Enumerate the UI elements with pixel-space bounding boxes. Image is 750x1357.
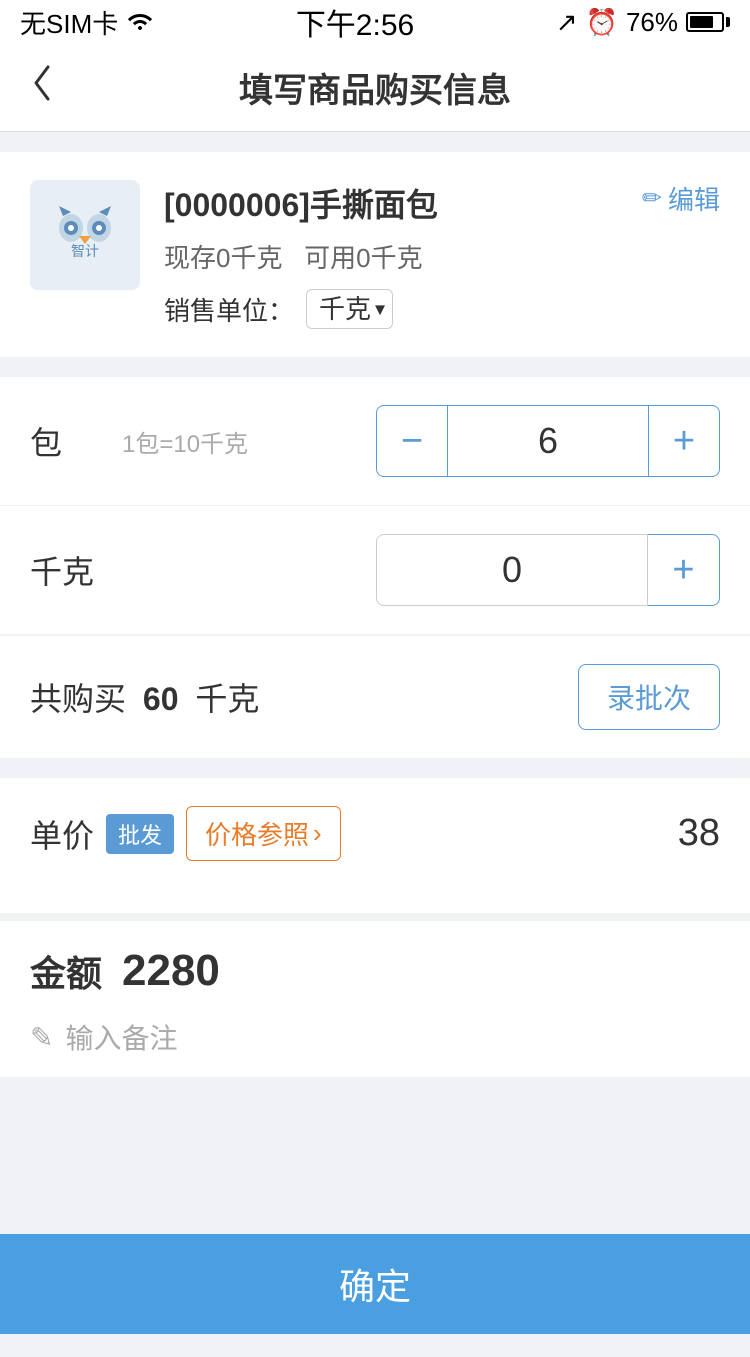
bag-plus-button[interactable]: + <box>648 405 720 477</box>
status-time: 下午2:56 <box>296 0 414 44</box>
back-button[interactable] <box>30 63 54 112</box>
product-image: 智计 <box>30 180 140 290</box>
total-row: 共购买 60 千克 录批次 <box>0 635 750 758</box>
bag-hint: 1包=10千克 <box>122 424 376 459</box>
kg-quantity-row: 千克 0 + <box>0 506 750 635</box>
price-section: 单价 批发 价格参照 › 38 <box>0 778 750 913</box>
status-left: 无SIM卡 <box>20 4 154 41</box>
unit-select[interactable]: 千克 <box>306 289 393 329</box>
price-value: 38 <box>678 812 720 855</box>
amount-value: 2280 <box>122 946 220 996</box>
kg-label: 千克 <box>30 547 110 593</box>
bag-minus-button[interactable]: − <box>376 405 448 477</box>
kg-quantity-controls: 0 + <box>376 534 720 606</box>
product-logo: 智计 <box>49 200 121 271</box>
kg-quantity-input[interactable]: 0 <box>376 534 648 606</box>
price-ref-arrow: › <box>313 818 322 849</box>
status-bar: 无SIM卡 下午2:56 ↗ ⏰ 76% <box>0 0 750 44</box>
status-right: ↗ ⏰ 76% <box>556 7 730 38</box>
bag-label: 包 <box>30 418 110 464</box>
amount-label: 金额 <box>30 945 102 997</box>
price-label: 单价 批发 价格参照 › <box>30 806 341 861</box>
total-value: 60 <box>143 681 179 717</box>
battery-icon <box>686 12 730 32</box>
bottom-bar: 确定 <box>0 1234 750 1334</box>
svg-text:智计: 智计 <box>71 243 99 259</box>
amount-row: 金额 2280 <box>30 945 720 997</box>
price-type-tag: 批发 <box>106 814 174 854</box>
unit-label: 销售单位： <box>164 291 294 328</box>
edit-icon: ✏ <box>642 184 662 213</box>
bag-quantity-input[interactable]: 6 <box>448 405 648 477</box>
unit-select-wrapper[interactable]: 千克 <box>306 289 393 329</box>
page-title: 填写商品购买信息 <box>239 63 511 112</box>
product-info: [0000006]手撕面包 现存0千克 可用0千克 销售单位： 千克 <box>164 180 720 329</box>
product-card: 智计 [0000006]手撕面包 现存0千克 可用0千克 销售单位： 千克 ✏ … <box>0 152 750 357</box>
remark-row[interactable]: ✎ 输入备注 <box>30 1017 720 1057</box>
kg-plus-button[interactable]: + <box>648 534 720 606</box>
bag-quantity-row: 包 1包=10千克 − 6 + <box>0 377 750 506</box>
alarm-icon: ⏰ <box>586 7 618 38</box>
bag-quantity-controls: − 6 + <box>376 405 720 477</box>
price-ref-button[interactable]: 价格参照 › <box>186 806 341 861</box>
remark-placeholder[interactable]: 输入备注 <box>65 1017 177 1057</box>
batch-button[interactable]: 录批次 <box>578 664 720 730</box>
amount-section: 金额 2280 ✎ 输入备注 <box>0 913 750 1077</box>
total-text: 共购买 60 千克 <box>30 674 259 720</box>
location-icon: ↗ <box>556 7 578 38</box>
product-name: [0000006]手撕面包 <box>164 180 720 226</box>
remark-icon: ✎ <box>30 1021 53 1054</box>
edit-button[interactable]: ✏ 编辑 <box>642 180 720 217</box>
carrier-text: 无SIM卡 <box>20 4 118 41</box>
battery-percent: 76% <box>626 7 678 38</box>
nav-bar: 填写商品购买信息 <box>0 44 750 132</box>
product-stock: 现存0千克 可用0千克 <box>164 238 720 275</box>
product-unit-row: 销售单位： 千克 <box>164 289 720 329</box>
confirm-button[interactable]: 确定 <box>339 1258 411 1310</box>
quantity-section: 包 1包=10千克 − 6 + 千克 0 + 共购买 60 千克 录批次 <box>0 377 750 758</box>
price-row: 单价 批发 价格参照 › 38 <box>30 806 720 861</box>
wifi-icon <box>126 7 154 38</box>
